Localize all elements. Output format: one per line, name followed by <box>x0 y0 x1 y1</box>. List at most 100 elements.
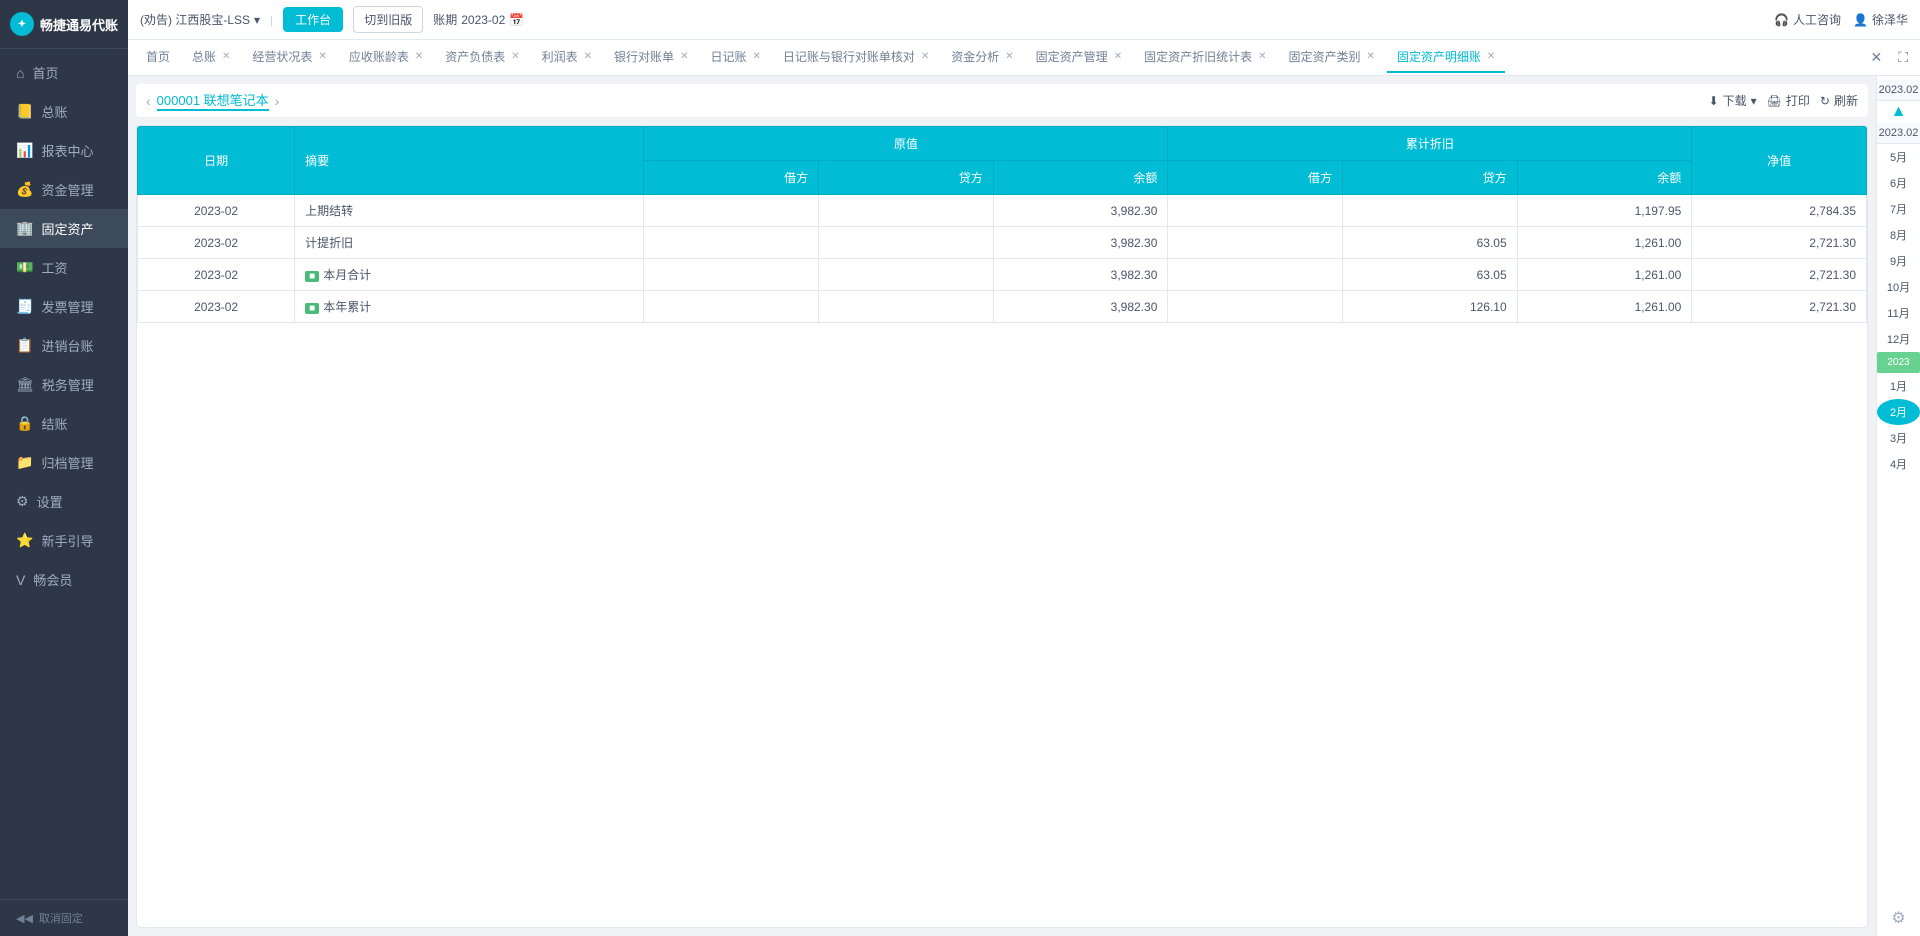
tax-icon: 🏛 <box>16 376 34 393</box>
refresh-icon: ↻ <box>1820 94 1830 108</box>
cell-abstract-1: 计提折旧 <box>295 227 644 259</box>
tab-close-ledger[interactable]: ✕ <box>222 51 230 62</box>
sidebar-item-tax[interactable]: 🏛税务管理 <box>0 365 128 404</box>
cell-acc-credit-1: 63.05 <box>1343 227 1518 259</box>
th-abstract: 摘要 <box>295 127 644 195</box>
sidebar-label-member: 畅会员 <box>33 570 72 589</box>
period-value: 2023-02 <box>461 13 505 27</box>
rp-year-header-1: 2023.02 <box>1877 80 1920 101</box>
unpin-label: 取消固定 <box>39 910 83 926</box>
th-original-value: 原值 <box>644 127 1168 161</box>
tab-close-bank-statement[interactable]: ✕ <box>680 51 688 62</box>
sidebar-item-close[interactable]: 🔒结账 <box>0 404 128 443</box>
cell-net-value-2: 2,721.30 <box>1692 259 1867 291</box>
tab-bank-journal-check[interactable]: 日记账与银行对账单核对✕ <box>773 42 939 73</box>
rp-month-8月[interactable]: 8月 <box>1877 222 1920 248</box>
sidebar-item-sales-ledger[interactable]: 📋进销台账 <box>0 326 128 365</box>
asset-breadcrumb[interactable]: 000001 联想笔记本 <box>157 90 269 111</box>
sidebar-item-payroll[interactable]: 💵工资 <box>0 248 128 287</box>
rp-month-10月[interactable]: 10月 <box>1877 274 1920 300</box>
rp-month-6月[interactable]: 6月 <box>1877 170 1920 196</box>
user-avatar-icon: 👤 <box>1853 13 1868 27</box>
tab-fund-analysis[interactable]: 资金分析✕ <box>941 42 1023 73</box>
nav-prev-arrow[interactable]: ‹ <box>146 93 151 109</box>
row-tag: ■ <box>305 303 319 314</box>
rp-up-arrow[interactable]: ▲ <box>1891 101 1907 123</box>
tab-bank-statement[interactable]: 银行对账单 ✕ <box>604 42 698 73</box>
sidebar-item-guide[interactable]: ⭐新手引导 <box>0 521 128 560</box>
tab-balance-sheet[interactable]: 资产负债表 ✕ <box>435 42 529 73</box>
rp-month-3月[interactable]: 3月 <box>1877 425 1920 451</box>
rp-settings-icon[interactable]: ⚙ <box>1891 904 1905 932</box>
switch-version-button[interactable]: 切到旧版 <box>353 6 423 33</box>
tab-profit[interactable]: 利润表✕ <box>532 42 602 73</box>
tab-close-bank-journal-check[interactable]: ✕ <box>921 51 929 62</box>
tab-close-journal[interactable]: ✕ <box>752 51 760 62</box>
rp-month-7月[interactable]: 7月 <box>1877 196 1920 222</box>
sidebar-item-home[interactable]: ⌂首页 <box>0 53 128 92</box>
tab-close-fund-analysis[interactable]: ✕ <box>1005 51 1013 62</box>
tab-label-bank-statement: 银行对账单 <box>614 48 674 65</box>
tab-close-fixed-assets-detail[interactable]: ✕ <box>1487 51 1495 62</box>
member-icon: V <box>16 572 25 588</box>
tab-ar-report[interactable]: 应收账龄表✕ <box>339 42 433 73</box>
cell-net-value-3: 2,721.30 <box>1692 291 1867 323</box>
sidebar-item-reports[interactable]: 📊报表中心 <box>0 131 128 170</box>
tab-close-ar-report[interactable]: ✕ <box>415 51 423 62</box>
tab-fixed-assets-mgmt[interactable]: 固定资产管理✕ <box>1026 42 1132 73</box>
sidebar-label-settings: 设置 <box>37 492 63 511</box>
nav-next-arrow[interactable]: › <box>275 93 280 109</box>
print-button[interactable]: 🖨 打印 <box>1767 92 1810 109</box>
tab-close-fixed-assets-depreciation[interactable]: ✕ <box>1258 51 1266 62</box>
sidebar-item-invoice[interactable]: 🧾发票管理 <box>0 287 128 326</box>
sidebar-item-settings[interactable]: ⚙设置 <box>0 482 128 521</box>
download-arrow: ▾ <box>1751 94 1757 108</box>
cell-acc-balance-2: 1,261.00 <box>1517 259 1692 291</box>
cell-orig-balance-2: 3,982.30 <box>993 259 1168 291</box>
company-selector[interactable]: (劝告) 江西股宝-LSS ▾ <box>140 11 260 28</box>
tab-home[interactable]: 首页 <box>136 42 180 73</box>
tab-ledger[interactable]: 总账✕ <box>182 42 240 73</box>
workbench-button[interactable]: 工作台 <box>283 7 343 32</box>
app-title: 畅捷通易代账 <box>40 15 118 34</box>
support-link[interactable]: 🎧 人工咨询 <box>1774 11 1841 28</box>
cell-orig-debit-2 <box>644 259 819 291</box>
rp-month-9月[interactable]: 9月 <box>1877 248 1920 274</box>
close-tab-button[interactable]: ✕ <box>1866 47 1886 68</box>
cell-orig-debit-3 <box>644 291 819 323</box>
tab-fixed-assets-depreciation[interactable]: 固定资产折旧统计表✕ <box>1134 42 1276 73</box>
cell-abstract-2: ■本月合计 <box>295 259 644 291</box>
tab-close-business-status[interactable]: ✕ <box>318 51 326 62</box>
tab-fixed-assets-category[interactable]: 固定资产类别✕ <box>1278 42 1384 73</box>
sidebar-item-ledger[interactable]: 📒总账 <box>0 92 128 131</box>
user-menu[interactable]: 👤 徐泽华 <box>1853 11 1908 28</box>
cell-acc-debit-1 <box>1168 227 1343 259</box>
cell-net-value-1: 2,721.30 <box>1692 227 1867 259</box>
sidebar-item-funds[interactable]: 💰资金管理 <box>0 170 128 209</box>
tab-label-balance-sheet: 资产负债表 <box>445 48 505 65</box>
sidebar-footer[interactable]: ◀◀ 取消固定 <box>0 899 128 936</box>
download-button[interactable]: ⬇ 下载 ▾ <box>1709 92 1757 109</box>
sidebar-item-fixed-assets[interactable]: 🏢固定资产 <box>0 209 128 248</box>
tab-close-fixed-assets-category[interactable]: ✕ <box>1367 51 1375 62</box>
rp-month-11月[interactable]: 11月 <box>1877 300 1920 326</box>
sidebar-item-archive[interactable]: 📁归档管理 <box>0 443 128 482</box>
rp-month-4月[interactable]: 4月 <box>1877 451 1920 477</box>
expand-tab-button[interactable]: ⛶ <box>1894 47 1912 68</box>
refresh-button[interactable]: ↻ 刷新 <box>1820 92 1858 109</box>
tab-close-profit[interactable]: ✕ <box>584 51 592 62</box>
rp-month-2月[interactable]: 2月 <box>1877 399 1920 425</box>
dropdown-icon: ▾ <box>254 13 260 27</box>
tab-close-fixed-assets-mgmt[interactable]: ✕ <box>1114 51 1122 62</box>
rp-month-12月[interactable]: 12月 <box>1877 326 1920 352</box>
th-acc-credit: 贷方 <box>1343 161 1518 195</box>
tab-business-status[interactable]: 经营状况表✕ <box>242 42 336 73</box>
tab-journal[interactable]: 日记账✕ <box>700 42 770 73</box>
sidebar-item-member[interactable]: V 畅会员 <box>0 560 128 599</box>
tab-fixed-assets-detail[interactable]: 固定资产明细账✕ <box>1387 42 1505 73</box>
rp-month-5月[interactable]: 5月 <box>1877 144 1920 170</box>
rp-month-1月[interactable]: 1月 <box>1877 373 1920 399</box>
tab-close-balance-sheet[interactable]: ✕ <box>511 51 519 62</box>
refresh-label: 刷新 <box>1834 92 1858 109</box>
topbar-right: 🎧 人工咨询 👤 徐泽华 <box>1774 11 1908 28</box>
